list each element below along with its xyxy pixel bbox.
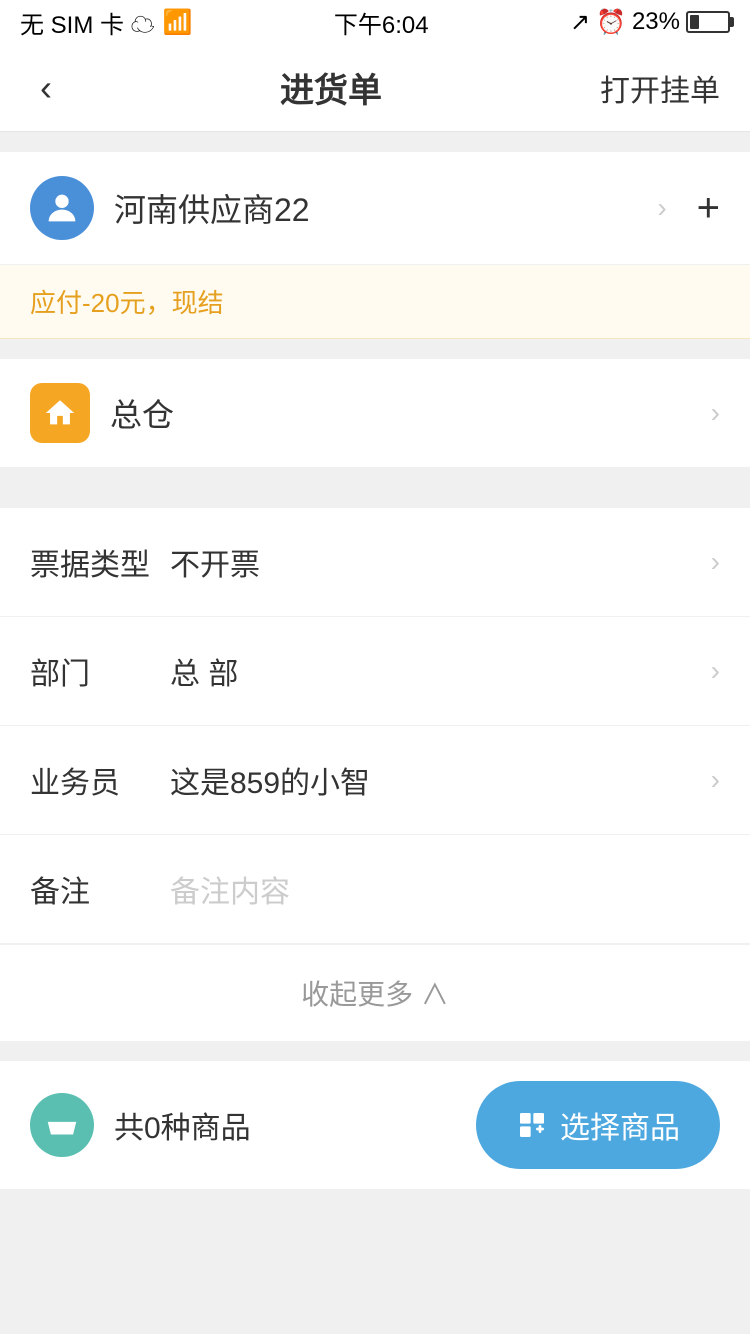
salesman-row[interactable]: 业务员 这是859的小智 › [0, 726, 750, 835]
warehouse-arrow-icon: › [711, 397, 720, 429]
department-value: 总 部 [170, 649, 711, 693]
wifi-icon: 📶 [163, 8, 193, 37]
product-count: 共0种商品 [114, 1103, 456, 1147]
invoice-value: 不开票 [170, 540, 711, 584]
supplier-row[interactable]: 河南供应商22 › + [0, 152, 750, 265]
person-icon [42, 188, 82, 228]
form-section: 票据类型 不开票 › 部门 总 部 › 业务员 这是859的小智 › 备注 备注… [0, 508, 750, 1041]
middle-divider [0, 339, 750, 359]
invoice-label: 票据类型 [30, 540, 170, 584]
alarm-icon: ⏰ [596, 8, 626, 37]
supplier-name: 河南供应商22 [114, 185, 657, 231]
invoice-row[interactable]: 票据类型 不开票 › [0, 508, 750, 617]
supplier-avatar [30, 176, 94, 240]
battery-icon [686, 11, 730, 33]
supplier-section: 河南供应商22 › + 应付-20元，现结 [0, 152, 750, 339]
select-product-button[interactable]: 选择商品 [476, 1081, 720, 1169]
supplier-arrow-icon: › [657, 192, 666, 224]
warehouse-row[interactable]: 总仓 › [0, 359, 750, 468]
select-product-label: 选择商品 [560, 1103, 680, 1147]
status-time: 下午6:04 [334, 5, 429, 40]
notice-text: 应付-20元，现结 [30, 288, 224, 318]
back-button[interactable]: ‹ [30, 57, 62, 119]
warehouse-name: 总仓 [110, 390, 711, 436]
warehouse-icon [30, 383, 90, 443]
form-divider [0, 468, 750, 488]
remark-row[interactable]: 备注 备注内容 [0, 835, 750, 944]
department-row[interactable]: 部门 总 部 › [0, 617, 750, 726]
product-footer: 共0种商品 选择商品 [0, 1061, 750, 1189]
remark-label: 备注 [30, 867, 170, 911]
open-pending-button[interactable]: 打开挂单 [600, 66, 720, 110]
status-right: ↗ ⏰ 23% [570, 8, 730, 37]
department-label: 部门 [30, 649, 170, 693]
product-icon [30, 1093, 94, 1157]
page-title: 进货单 [280, 63, 382, 112]
salesman-label: 业务员 [30, 758, 170, 802]
add-supplier-button[interactable]: + [697, 186, 720, 231]
select-product-icon [516, 1109, 548, 1141]
top-divider [0, 132, 750, 152]
status-bar: 无 SIM 卡 ☁ 📶 下午6:04 ↗ ⏰ 23% [0, 0, 750, 44]
battery-label: 23% [632, 8, 680, 36]
status-left: 无 SIM 卡 ☁ 📶 [20, 5, 193, 40]
collapse-button[interactable]: 收起更多 ∧ [0, 944, 750, 1041]
invoice-arrow-icon: › [711, 546, 720, 578]
remark-value[interactable]: 备注内容 [170, 867, 720, 911]
location-icon: ↗ [570, 8, 590, 37]
sim-label: 无 SIM 卡 ☁ [20, 5, 155, 40]
salesman-arrow-icon: › [711, 764, 720, 796]
salesman-value: 这是859的小智 [170, 758, 711, 802]
department-arrow-icon: › [711, 655, 720, 687]
notice-bar: 应付-20元，现结 [0, 265, 750, 339]
bottom-divider [0, 1041, 750, 1061]
nav-bar: ‹ 进货单 打开挂单 [0, 44, 750, 132]
